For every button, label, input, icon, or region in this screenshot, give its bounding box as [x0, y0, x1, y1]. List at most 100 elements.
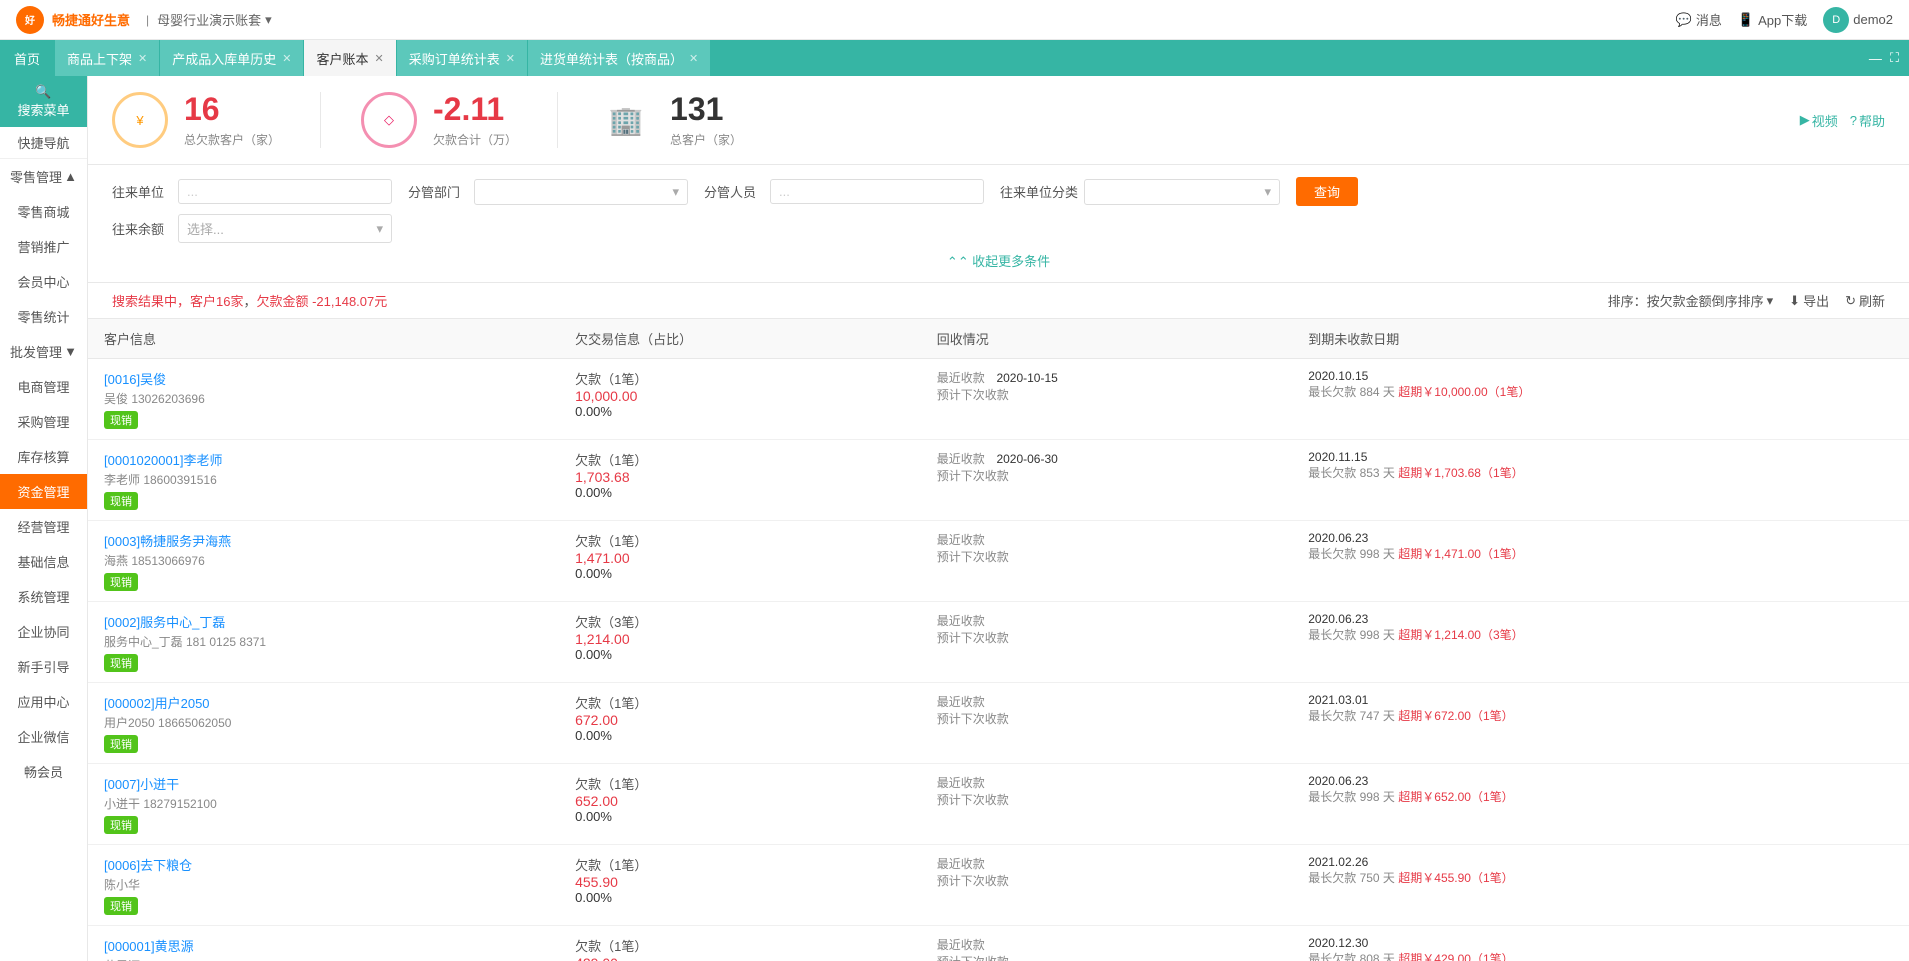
table-header-row: 客户信息 欠交易信息（占比） 回收情况 到期未收款日期 [88, 319, 1909, 359]
cell-debt-3: 欠款（3笔） 1,214.00 0.00% [559, 602, 921, 683]
sidebar-item-retail-stats[interactable]: 零售统计 [0, 299, 87, 334]
sidebar-item-enterprise[interactable]: 企业协同 [0, 614, 87, 649]
overdue-link-3[interactable]: 超期￥1,214.00（3笔） [1398, 628, 1523, 642]
overdue-link-5[interactable]: 超期￥652.00（1笔） [1398, 790, 1513, 804]
category-dropdown-icon: ▾ [1264, 184, 1271, 200]
tab-bar: 首页 商品上下架 ✕ 产成品入库单历史 ✕ 客户账本 ✕ 采购订单统计表 ✕ 进… [0, 40, 1909, 76]
customer-name-1[interactable]: [0001020001]李老师 [104, 450, 543, 469]
sidebar-item-marketing[interactable]: 营销推广 [0, 229, 87, 264]
cell-due-4: 2021.03.01 最长欠款 747 天 超期￥672.00（1笔） [1292, 683, 1909, 764]
maximize-icon[interactable]: ⛶ [1890, 50, 1899, 66]
sidebar-item-wholesale-mgmt[interactable]: 批发管理 ▼ [0, 334, 87, 369]
user-avatar[interactable]: D demo2 [1823, 7, 1893, 33]
tab-2[interactable]: 产成品入库单历史 ✕ [159, 40, 303, 76]
industry-selector[interactable]: 母婴行业演示账套 ▾ [157, 10, 272, 29]
tab-home[interactable]: 首页 [0, 40, 54, 76]
customer-name-5[interactable]: [0007]小迸干 [104, 774, 543, 793]
amount-0[interactable]: 10,000.00 [575, 388, 905, 404]
cell-customer-3: [0002]服务中心_丁磊 服务中心_丁磊 181 0125 8371 现销 [88, 602, 559, 683]
col-customer-info: 客户信息 [88, 319, 559, 359]
overdue-link-4[interactable]: 超期￥672.00（1笔） [1398, 709, 1513, 723]
sort-icon[interactable]: ▾ [1767, 293, 1774, 309]
amount-6[interactable]: 455.90 [575, 874, 905, 890]
overdue-link-2[interactable]: 超期￥1,471.00（1笔） [1398, 547, 1523, 561]
sidebar-item-app-center[interactable]: 应用中心 [0, 684, 87, 719]
stat-number-debt-amount: -2.11 [433, 92, 517, 127]
sidebar-item-newbie[interactable]: 新手引导 [0, 649, 87, 684]
dept-dropdown[interactable]: ▾ [474, 179, 688, 205]
tab-close-4[interactable]: ✕ [506, 52, 515, 65]
next-collect-4: 预计下次收款 [937, 712, 1009, 726]
stat-icon-total-customers: 🏢 [598, 92, 654, 148]
amount-3[interactable]: 1,214.00 [575, 631, 905, 647]
refresh-button[interactable]: ↻ 刷新 [1845, 291, 1885, 310]
sidebar-item-finance[interactable]: 资金管理 [0, 474, 87, 509]
customer-name-0[interactable]: [0016]吴俊 [104, 369, 543, 388]
balance-dropdown[interactable]: 选择... ▾ [178, 214, 392, 243]
tab-4[interactable]: 采购订单统计表 ✕ [396, 40, 527, 76]
video-link[interactable]: ▶ 视频 [1800, 111, 1838, 130]
sidebar-item-operations[interactable]: 经营管理 [0, 509, 87, 544]
minimize-icon[interactable]: — [1869, 51, 1882, 66]
tab-close-2[interactable]: ✕ [282, 52, 291, 65]
tab-3[interactable]: 客户账本 ✕ [303, 40, 395, 76]
sidebar-item-purchase[interactable]: 采购管理 [0, 404, 87, 439]
cell-collection-5: 最近收款 预计下次收款 [921, 764, 1292, 845]
export-button[interactable]: ⬇ 导出 [1789, 291, 1829, 310]
customer-name-3[interactable]: [0002]服务中心_丁磊 [104, 612, 543, 631]
overdue-days-0: 最长欠款 884 天 [1308, 385, 1398, 399]
customer-name-4[interactable]: [000002]用户2050 [104, 693, 543, 712]
overdue-link-7[interactable]: 超期￥429.00（1笔） [1398, 952, 1513, 961]
tab-close-1[interactable]: ✕ [138, 52, 147, 65]
amount-2[interactable]: 1,471.00 [575, 550, 905, 566]
percent-6: 0.00% [575, 890, 612, 905]
category-dropdown[interactable]: ▾ [1084, 179, 1280, 205]
cell-customer-0: [0016]吴俊 吴俊 13026203696 现销 [88, 359, 559, 440]
amount-5[interactable]: 652.00 [575, 793, 905, 809]
person-input[interactable]: ... [770, 179, 984, 204]
from-unit-input[interactable]: ... [178, 179, 392, 204]
sidebar-item-system[interactable]: 系统管理 [0, 579, 87, 614]
sidebar-nav-quicklink[interactable]: 快捷导航 [0, 127, 87, 159]
overdue-days-3: 最长欠款 998 天 [1308, 628, 1398, 642]
table-row: [000001]黄思源 黄思源 13552700226 现销 欠款（1笔） 42… [88, 926, 1909, 961]
due-date-2: 2020.06.23 [1308, 531, 1893, 545]
overdue-link-1[interactable]: 超期￥1,703.68（1笔） [1398, 466, 1523, 480]
tag-now-6: 现销 [104, 897, 138, 915]
tab-1[interactable]: 商品上下架 ✕ [54, 40, 159, 76]
sidebar-item-ecommerce[interactable]: 电商管理 [0, 369, 87, 404]
sidebar-item-member[interactable]: 会员中心 [0, 264, 87, 299]
collapse-filters[interactable]: ⌃⌃ 收起更多条件 [112, 251, 1885, 270]
customer-name-2[interactable]: [0003]畅捷服务尹海燕 [104, 531, 543, 550]
cell-due-6: 2021.02.26 最长欠款 750 天 超期￥455.90（1笔） [1292, 845, 1909, 926]
sidebar-item-wechat[interactable]: 企业微信 [0, 719, 87, 754]
customer-sub-1: 李老师 18600391516 [104, 471, 543, 488]
amount-4[interactable]: 672.00 [575, 712, 905, 728]
sidebar-search[interactable]: 🔍 搜索菜单 [0, 76, 87, 127]
sidebar-item-retail-mall[interactable]: 零售商城 [0, 194, 87, 229]
result-actions: 排序：按欠款金额倒序排序 ▾ ⬇ 导出 ↻ 刷新 [1608, 291, 1885, 310]
message-button[interactable]: 💬 消息 [1676, 10, 1722, 29]
dept-dropdown-icon: ▾ [672, 184, 679, 200]
sidebar-item-vip[interactable]: 畅会员 [0, 754, 87, 789]
amount-1[interactable]: 1,703.68 [575, 469, 905, 485]
yen-icon: ¥ [136, 113, 143, 128]
export-icon: ⬇ [1789, 293, 1800, 309]
overdue-link-6[interactable]: 超期￥455.90（1笔） [1398, 871, 1513, 885]
overdue-link-0[interactable]: 超期￥10,000.00（1笔） [1398, 385, 1530, 399]
customer-name-6[interactable]: [0006]去下粮仓 [104, 855, 543, 874]
sidebar-item-inventory[interactable]: 库存核算 [0, 439, 87, 474]
tab-close-5[interactable]: ✕ [689, 52, 698, 65]
app-download-button[interactable]: 📱 App下载 [1738, 10, 1807, 29]
tab-5[interactable]: 进货单统计表（按商品） ✕ [527, 40, 710, 76]
sidebar-item-basic-info[interactable]: 基础信息 [0, 544, 87, 579]
amount-7[interactable]: 429.00 [575, 955, 905, 961]
recent-label-6: 最近收款 [937, 857, 985, 871]
customer-sub-3: 服务中心_丁磊 181 0125 8371 [104, 633, 543, 650]
tab-close-3[interactable]: ✕ [375, 52, 384, 65]
help-link[interactable]: ? 帮助 [1850, 111, 1885, 130]
customer-name-7[interactable]: [000001]黄思源 [104, 936, 543, 955]
stat-info-total-customers: 131 总客户（家） [670, 92, 742, 148]
sidebar-item-retail-mgmt[interactable]: 零售管理 ▲ [0, 159, 87, 194]
query-button[interactable]: 查询 [1296, 177, 1358, 206]
